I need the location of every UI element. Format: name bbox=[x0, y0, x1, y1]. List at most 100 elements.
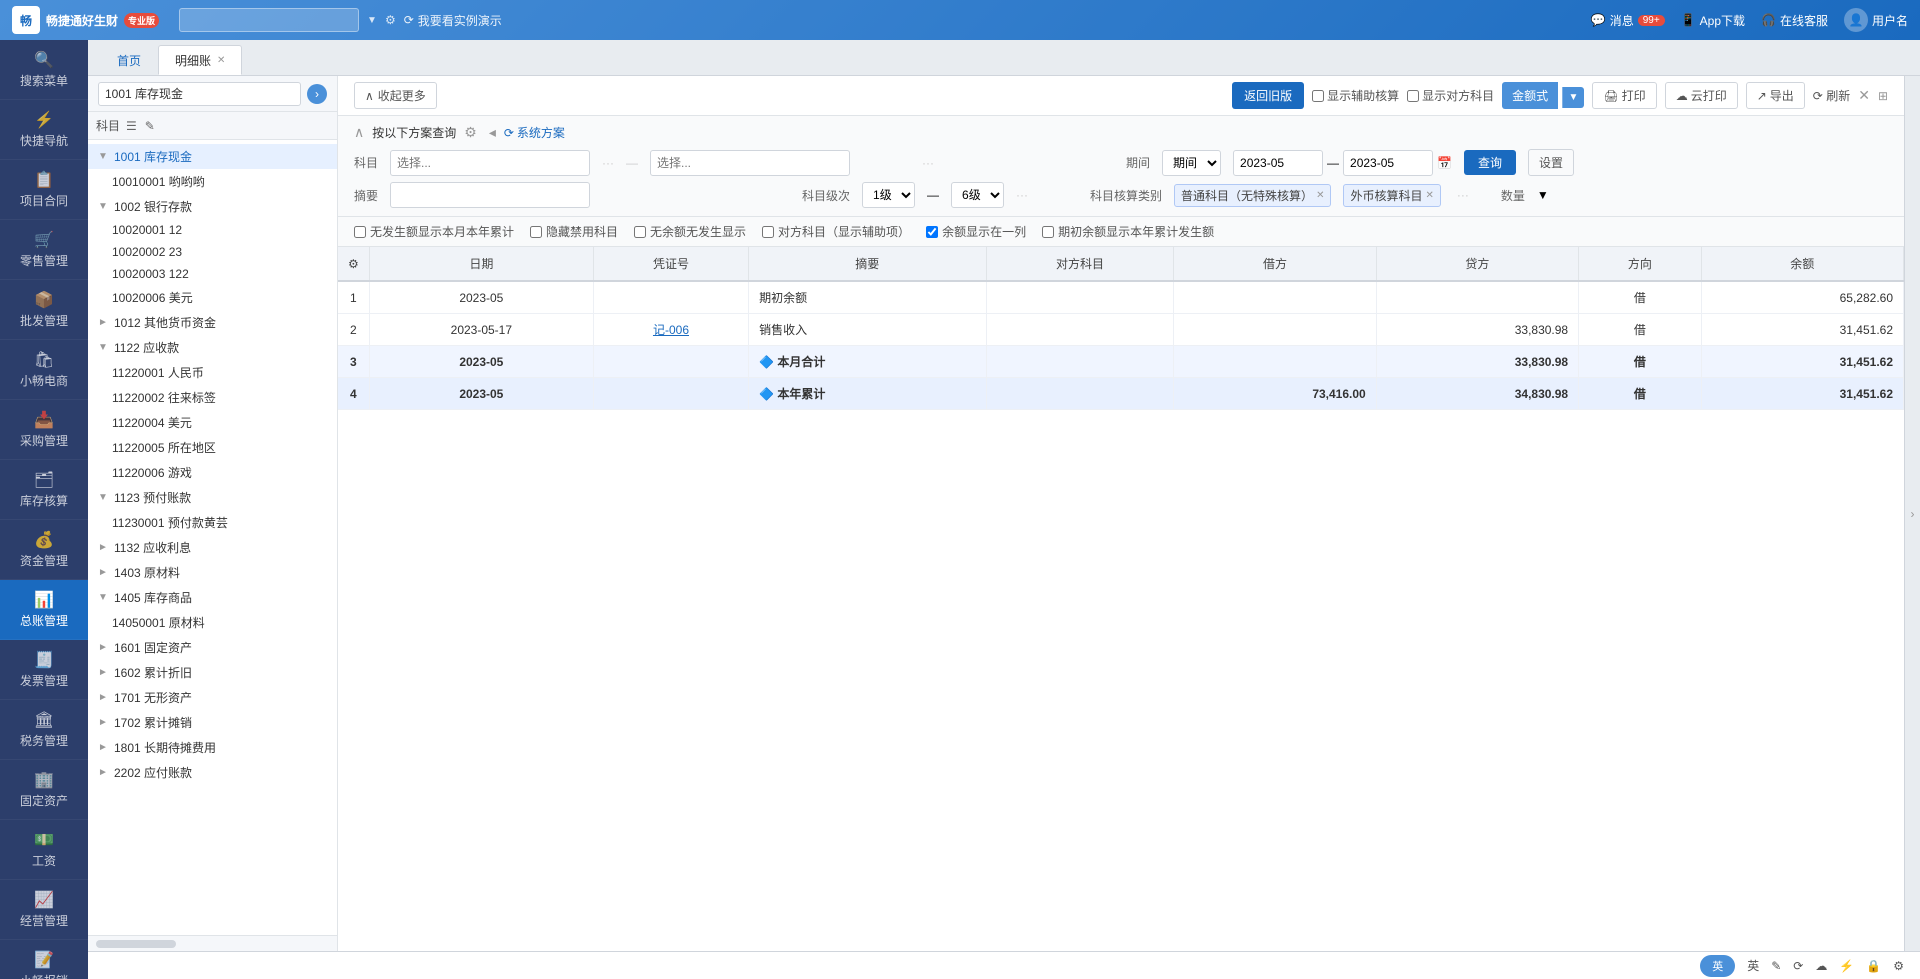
tree-item-11230001[interactable]: 11230001 预付款黄芸 bbox=[88, 510, 337, 535]
bottom-action-1[interactable]: ✎ bbox=[1771, 959, 1781, 973]
tree-item-1701[interactable]: ► 1701 无形资产 bbox=[88, 685, 337, 710]
summary-input[interactable] bbox=[390, 182, 590, 208]
tree-item-1001[interactable]: ▼ 1001 库存现金 bbox=[88, 144, 337, 169]
level-start-select[interactable]: 1级 bbox=[862, 182, 915, 208]
option-opposite-subject[interactable]: 对方科目（显示辅助项） bbox=[762, 223, 910, 240]
refresh-button[interactable]: ⟳ 刷新 bbox=[1813, 87, 1850, 104]
subject-input[interactable] bbox=[390, 150, 590, 176]
account-selector[interactable]: 1001 库存现金 bbox=[98, 82, 301, 106]
tree-item-10010001[interactable]: 10010001 哟哟哟 bbox=[88, 169, 337, 194]
sidebar-item-search[interactable]: 🔍 搜索菜单 bbox=[0, 40, 88, 100]
show-opposite-checkbox[interactable]: 显示对方科目 bbox=[1407, 87, 1494, 104]
tree-item-11220001[interactable]: 11220001 人民币 bbox=[88, 360, 337, 385]
tree-item-1801[interactable]: ► 1801 长期待摊费用 bbox=[88, 735, 337, 760]
bottom-action-3[interactable]: ☁ bbox=[1815, 959, 1827, 973]
search-dropdown-icon[interactable]: ▼ bbox=[367, 15, 377, 26]
user-profile[interactable]: 👤 用户名 bbox=[1844, 8, 1908, 32]
tree-item-1702[interactable]: ► 1702 累计摊销 bbox=[88, 710, 337, 735]
tree-item-1403[interactable]: ► 1403 原材料 bbox=[88, 560, 337, 585]
tree-item-1122[interactable]: ▼ 1122 应收款 bbox=[88, 335, 337, 360]
option-opening-balance[interactable]: 期初余额显示本年累计发生额 bbox=[1042, 223, 1214, 240]
tree-item-1601[interactable]: ► 1601 固定资产 bbox=[88, 635, 337, 660]
bottom-action-4[interactable]: ⚡ bbox=[1839, 959, 1854, 973]
period-start-input[interactable] bbox=[1233, 150, 1323, 176]
sidebar-item-salary[interactable]: 💵 工资 bbox=[0, 820, 88, 880]
sidebar-item-ecommerce[interactable]: 🛍 小畅电商 bbox=[0, 340, 88, 400]
messages-action[interactable]: 💬 消息 99+ bbox=[1591, 12, 1665, 29]
collapse-filter-button[interactable]: ∧ bbox=[354, 124, 364, 141]
tree-item-11220002[interactable]: 11220002 往来标签 bbox=[88, 385, 337, 410]
period-type-select[interactable]: 期间 bbox=[1162, 150, 1221, 176]
sidebar-item-quick-nav[interactable]: ⚡ 快捷导航 bbox=[0, 100, 88, 160]
query-button[interactable]: 查询 bbox=[1464, 150, 1516, 175]
filter-setting-icon[interactable]: ⚙ bbox=[464, 124, 477, 141]
right-toggle[interactable]: › bbox=[1904, 76, 1920, 951]
settings-button[interactable]: 设置 bbox=[1528, 149, 1574, 176]
row-voucher[interactable]: 记-006 bbox=[593, 314, 748, 346]
sidebar-item-capital[interactable]: 💰 资金管理 bbox=[0, 520, 88, 580]
cloud-print-button[interactable]: ☁ 云打印 bbox=[1665, 82, 1738, 109]
quantity-dropdown-icon[interactable]: ▼ bbox=[1537, 188, 1549, 202]
tree-item-11220006[interactable]: 11220006 游戏 bbox=[88, 460, 337, 485]
subject-end-input[interactable] bbox=[650, 150, 850, 176]
tree-item-1405[interactable]: ▼ 1405 库存商品 bbox=[88, 585, 337, 610]
option-no-amount[interactable]: 无发生额显示本月本年累计 bbox=[354, 223, 514, 240]
tag-close-icon[interactable]: ✕ bbox=[1425, 190, 1433, 201]
tree-item-11220005[interactable]: 11220005 所在地区 bbox=[88, 435, 337, 460]
filter-collapse-arrow[interactable]: ◂ bbox=[489, 124, 496, 141]
tree-item-2202[interactable]: ► 2202 应付账款 bbox=[88, 760, 337, 785]
bottom-action-6[interactable]: ⚙ bbox=[1893, 959, 1904, 973]
list-view-button[interactable]: ☰ bbox=[124, 117, 139, 135]
tree-item-10020001[interactable]: 10020001 12 bbox=[88, 219, 337, 241]
bottom-action-2[interactable]: ⟳ bbox=[1793, 959, 1803, 973]
tree-item-10020002[interactable]: 10020002 23 bbox=[88, 241, 337, 263]
sidebar-item-project[interactable]: 📋 项目合同 bbox=[0, 160, 88, 220]
print-button[interactable]: 🖨 打印 bbox=[1592, 82, 1656, 109]
sidebar-item-assets[interactable]: 🏢 固定资产 bbox=[0, 760, 88, 820]
level-end-select[interactable]: 6级 bbox=[951, 182, 1004, 208]
global-search-input[interactable] bbox=[179, 8, 359, 32]
sidebar-item-tax[interactable]: 🏛 税务管理 bbox=[0, 700, 88, 760]
sidebar-item-purchase[interactable]: 📥 采购管理 bbox=[0, 400, 88, 460]
bottom-action-5[interactable]: 🔒 bbox=[1866, 959, 1881, 973]
nav-next-button[interactable]: › bbox=[307, 84, 327, 104]
tree-item-10020006[interactable]: 10020006 美元 bbox=[88, 285, 337, 310]
amount-mode-dropdown[interactable]: ▼ bbox=[1562, 87, 1585, 108]
amount-mode-button[interactable]: 金额式 bbox=[1502, 82, 1558, 109]
tab-ledger[interactable]: 明细账 ✕ bbox=[158, 45, 242, 75]
expand-more-button[interactable]: ∧ 收起更多 bbox=[354, 82, 437, 109]
sidebar-item-retail[interactable]: 🛒 零售管理 bbox=[0, 220, 88, 280]
return-old-button[interactable]: 返回旧版 bbox=[1232, 82, 1304, 109]
demo-link[interactable]: ⟳ 我要看实例演示 bbox=[404, 12, 502, 29]
col-gear[interactable]: ⚙ bbox=[338, 247, 369, 281]
sidebar-item-invoice[interactable]: 🧾 发票管理 bbox=[0, 640, 88, 700]
tree-item-10020003[interactable]: 10020003 122 bbox=[88, 263, 337, 285]
horizontal-scrollbar[interactable] bbox=[96, 940, 176, 948]
option-hide-disabled[interactable]: 隐藏禁用科目 bbox=[530, 223, 618, 240]
calendar-icon[interactable]: 📅 bbox=[1437, 156, 1452, 170]
sidebar-item-inventory[interactable]: 🗂 库存核算 bbox=[0, 460, 88, 520]
export-button[interactable]: ↗ 导出 bbox=[1746, 82, 1805, 109]
sidebar-item-ledger[interactable]: 📊 总账管理 bbox=[0, 580, 88, 640]
sidebar-item-expense[interactable]: 📝 小畅报销 bbox=[0, 940, 88, 979]
tree-item-1002[interactable]: ▼ 1002 银行存款 bbox=[88, 194, 337, 219]
show-aux-checkbox[interactable]: 显示辅助核算 bbox=[1312, 87, 1399, 104]
expand-sidebar-button[interactable]: ⊞ bbox=[1878, 89, 1888, 103]
tree-item-14050001[interactable]: 14050001 原材料 bbox=[88, 610, 337, 635]
settings-icon[interactable]: ⚙ bbox=[385, 13, 396, 27]
edit-button[interactable]: ✎ bbox=[143, 117, 157, 135]
option-balance-one-col[interactable]: 余额显示在一列 bbox=[926, 223, 1026, 240]
tree-item-1012[interactable]: ► 1012 其他货币资金 bbox=[88, 310, 337, 335]
close-panel-button[interactable]: ✕ bbox=[1858, 87, 1870, 104]
lang-toggle-button[interactable]: 英 bbox=[1700, 955, 1735, 977]
sidebar-item-wholesale[interactable]: 📦 批发管理 bbox=[0, 280, 88, 340]
tab-home[interactable]: 首页 bbox=[100, 45, 158, 75]
period-end-input[interactable] bbox=[1343, 150, 1433, 176]
tree-item-1602[interactable]: ► 1602 累计折旧 bbox=[88, 660, 337, 685]
tree-item-1123[interactable]: ▼ 1123 预付账款 bbox=[88, 485, 337, 510]
tab-close-icon[interactable]: ✕ bbox=[217, 55, 225, 66]
tree-item-1132[interactable]: ► 1132 应收利息 bbox=[88, 535, 337, 560]
online-service-action[interactable]: 🎧 在线客服 bbox=[1761, 12, 1828, 29]
option-no-balance[interactable]: 无余额无发生显示 bbox=[634, 223, 746, 240]
tag-close-icon[interactable]: ✕ bbox=[1316, 190, 1324, 201]
